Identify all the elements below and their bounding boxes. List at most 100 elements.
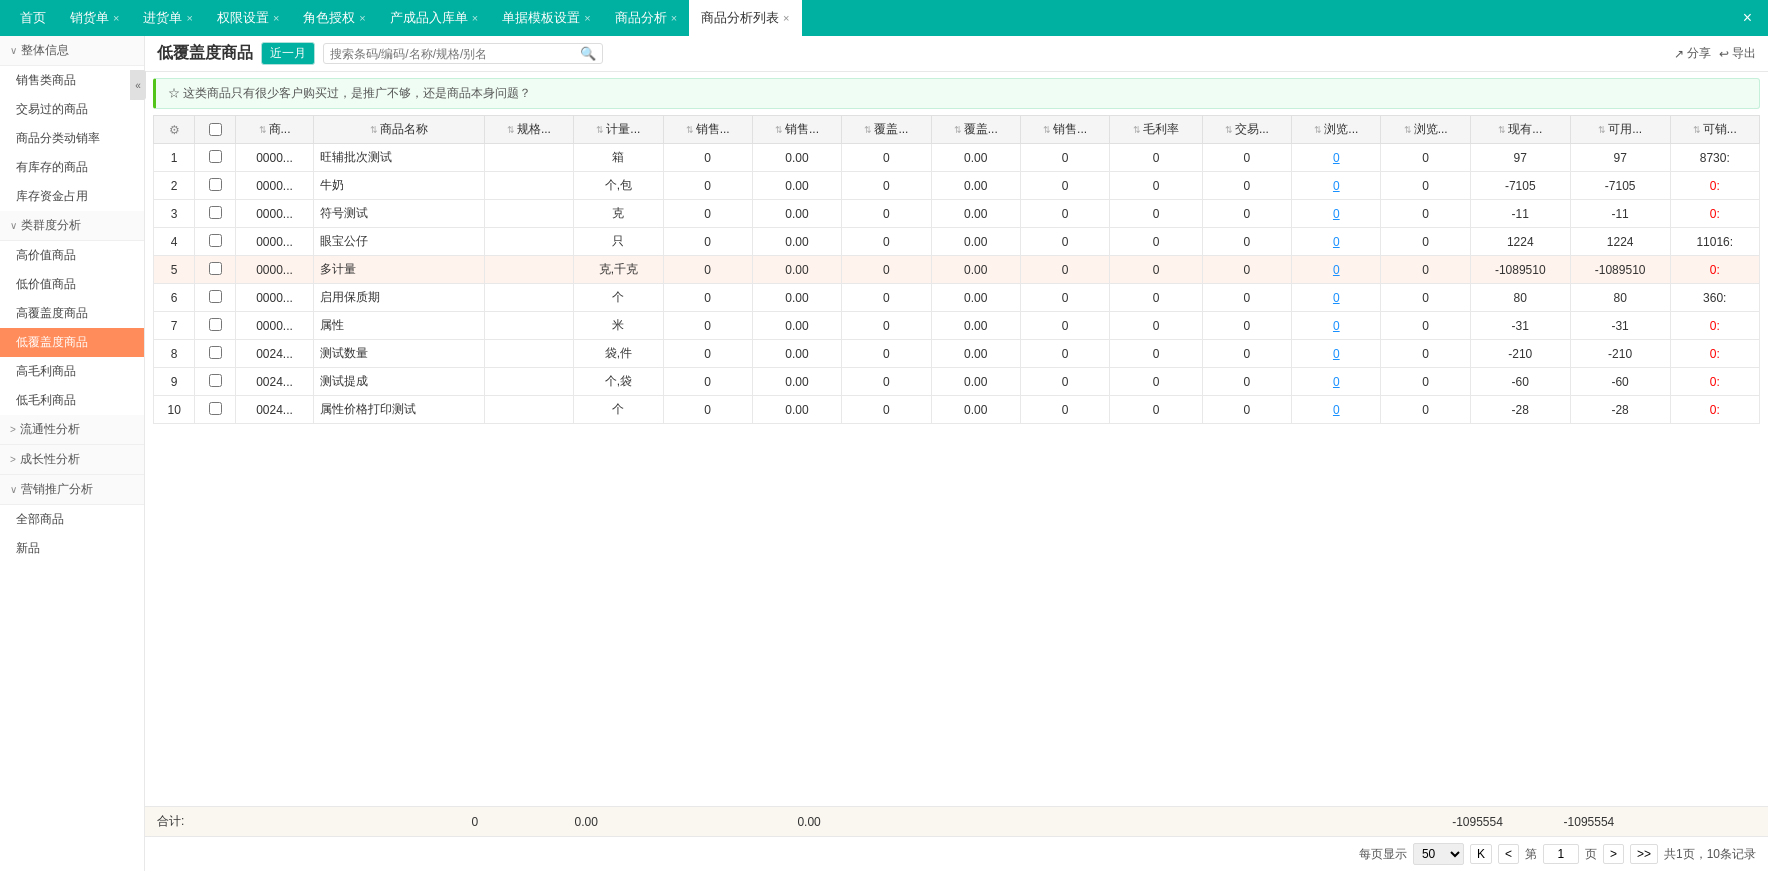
sidebar-item-low-coverage[interactable]: 低覆盖度商品	[0, 328, 144, 357]
col-trade[interactable]: ⇅交易...	[1202, 116, 1291, 144]
sidebar-item-low-margin[interactable]: 低毛利商品	[0, 386, 144, 415]
sidebar-section-marketing[interactable]: ∨ 营销推广分析	[0, 475, 144, 505]
share-button[interactable]: ↗ 分享	[1674, 45, 1711, 62]
sidebar-item-capital[interactable]: 库存资金占用	[0, 182, 144, 211]
row-browse1[interactable]: 0	[1292, 256, 1381, 284]
nav-home[interactable]: 首页	[8, 0, 58, 36]
sidebar-section-growth[interactable]: > 成长性分析	[0, 445, 144, 475]
col-current[interactable]: ⇅现有...	[1470, 116, 1570, 144]
col-browse1[interactable]: ⇅浏览...	[1292, 116, 1381, 144]
col-settings[interactable]: ⚙	[154, 116, 195, 144]
row-browse1[interactable]: 0	[1292, 396, 1381, 424]
row-browse1[interactable]: 0	[1292, 284, 1381, 312]
nav-sales[interactable]: 销货单 ×	[58, 0, 131, 36]
sidebar-section-circulation[interactable]: > 流通性分析	[0, 415, 144, 445]
select-all-checkbox[interactable]	[209, 123, 222, 136]
col-cover1[interactable]: ⇅覆盖...	[842, 116, 931, 144]
per-page-select[interactable]: 50 20 100	[1413, 843, 1464, 865]
row-checkbox-cell[interactable]	[195, 368, 236, 396]
row-checkbox-cell[interactable]	[195, 396, 236, 424]
nav-goods-analysis-list[interactable]: 商品分析列表 ×	[689, 0, 801, 36]
search-icon[interactable]: 🔍	[580, 46, 596, 61]
col-sales1[interactable]: ⇅销售...	[663, 116, 752, 144]
page-number-input[interactable]	[1543, 844, 1579, 864]
row-checkbox[interactable]	[209, 374, 222, 387]
row-checkbox-cell[interactable]	[195, 200, 236, 228]
close-icon-role-auth[interactable]: ×	[359, 12, 365, 24]
row-checkbox[interactable]	[209, 346, 222, 359]
close-icon-template-settings[interactable]: ×	[584, 12, 590, 24]
prev-page-button[interactable]: <	[1498, 844, 1519, 864]
sidebar-item-high-margin[interactable]: 高毛利商品	[0, 357, 144, 386]
col-checkbox[interactable]	[195, 116, 236, 144]
next-page-button[interactable]: >	[1603, 844, 1624, 864]
row-browse1[interactable]: 0	[1292, 340, 1381, 368]
col-unit[interactable]: ⇅计量...	[574, 116, 663, 144]
first-page-button[interactable]: K	[1470, 844, 1492, 864]
row-browse1[interactable]: 0	[1292, 200, 1381, 228]
sidebar-section-cluster[interactable]: ∨ 类群度分析	[0, 211, 144, 241]
close-icon-goods-analysis[interactable]: ×	[671, 12, 677, 24]
row-checkbox[interactable]	[209, 150, 222, 163]
sidebar-item-category-rate[interactable]: 商品分类动销率	[0, 124, 144, 153]
col-code[interactable]: ⇅商...	[236, 116, 314, 144]
row-checkbox[interactable]	[209, 234, 222, 247]
sidebar-item-high-value[interactable]: 高价值商品	[0, 241, 144, 270]
col-gross-rate[interactable]: ⇅毛利率	[1110, 116, 1202, 144]
row-browse1[interactable]: 0	[1292, 312, 1381, 340]
col-name[interactable]: ⇅商品名称	[313, 116, 484, 144]
sidebar-item-all-goods[interactable]: 全部商品	[0, 505, 144, 534]
close-icon-sales[interactable]: ×	[113, 12, 119, 24]
sidebar-section-overall[interactable]: ∨ 整体信息	[0, 36, 144, 66]
search-input[interactable]	[330, 47, 580, 61]
filter-recent-month-button[interactable]: 近一月	[261, 42, 315, 65]
sidebar-item-stock-goods[interactable]: 有库存的商品	[0, 153, 144, 182]
row-checkbox[interactable]	[209, 206, 222, 219]
row-checkbox-cell[interactable]	[195, 312, 236, 340]
row-browse1[interactable]: 0	[1292, 172, 1381, 200]
col-sales3[interactable]: ⇅销售...	[1020, 116, 1109, 144]
row-checkbox[interactable]	[209, 262, 222, 275]
row-checkbox-cell[interactable]	[195, 172, 236, 200]
row-checkbox[interactable]	[209, 318, 222, 331]
row-checkbox[interactable]	[209, 290, 222, 303]
close-icon-purchase[interactable]: ×	[186, 12, 192, 24]
sort-icon-11: ⇅	[1225, 125, 1233, 135]
row-checkbox-cell[interactable]	[195, 144, 236, 172]
nav-role-auth[interactable]: 角色授权 ×	[291, 0, 377, 36]
row-checkbox-cell[interactable]	[195, 256, 236, 284]
window-close-button[interactable]: ×	[1735, 9, 1760, 27]
close-icon-permissions[interactable]: ×	[273, 12, 279, 24]
row-browse1[interactable]: 0	[1292, 228, 1381, 256]
sidebar-item-low-value[interactable]: 低价值商品	[0, 270, 144, 299]
nav-template-settings[interactable]: 单据模板设置 ×	[490, 0, 602, 36]
sidebar-collapse-button[interactable]: «	[130, 70, 146, 100]
nav-goods-analysis[interactable]: 商品分析 ×	[603, 0, 689, 36]
col-sales2[interactable]: ⇅销售...	[752, 116, 841, 144]
row-checkbox[interactable]	[209, 178, 222, 191]
row-checkbox-cell[interactable]	[195, 284, 236, 312]
row-checkbox-cell[interactable]	[195, 228, 236, 256]
col-spec[interactable]: ⇅规格...	[484, 116, 573, 144]
sidebar-item-high-coverage[interactable]: 高覆盖度商品	[0, 299, 144, 328]
sidebar-item-new-goods[interactable]: 新品	[0, 534, 144, 563]
sidebar-item-traded-goods[interactable]: 交易过的商品	[0, 95, 144, 124]
close-icon-goods-analysis-list[interactable]: ×	[783, 12, 789, 24]
nav-purchase[interactable]: 进货单 ×	[131, 0, 204, 36]
col-available[interactable]: ⇅可用...	[1570, 116, 1670, 144]
row-browse1[interactable]: 0	[1292, 144, 1381, 172]
row-browse1[interactable]: 0	[1292, 368, 1381, 396]
nav-permissions[interactable]: 权限设置 ×	[205, 0, 291, 36]
export-button[interactable]: ↩ 导出	[1719, 45, 1756, 62]
row-cover1: 0	[842, 200, 931, 228]
nav-finished-goods[interactable]: 产成品入库单 ×	[378, 0, 490, 36]
last-page-button[interactable]: >>	[1630, 844, 1658, 864]
col-saleable[interactable]: ⇅可销...	[1670, 116, 1759, 144]
col-cover2[interactable]: ⇅覆盖...	[931, 116, 1020, 144]
row-checkbox[interactable]	[209, 402, 222, 415]
col-browse2[interactable]: ⇅浏览...	[1381, 116, 1470, 144]
sidebar-item-sales-goods[interactable]: 销售类商品	[0, 66, 144, 95]
row-available: -60	[1570, 368, 1670, 396]
close-icon-finished-goods[interactable]: ×	[472, 12, 478, 24]
row-checkbox-cell[interactable]	[195, 340, 236, 368]
